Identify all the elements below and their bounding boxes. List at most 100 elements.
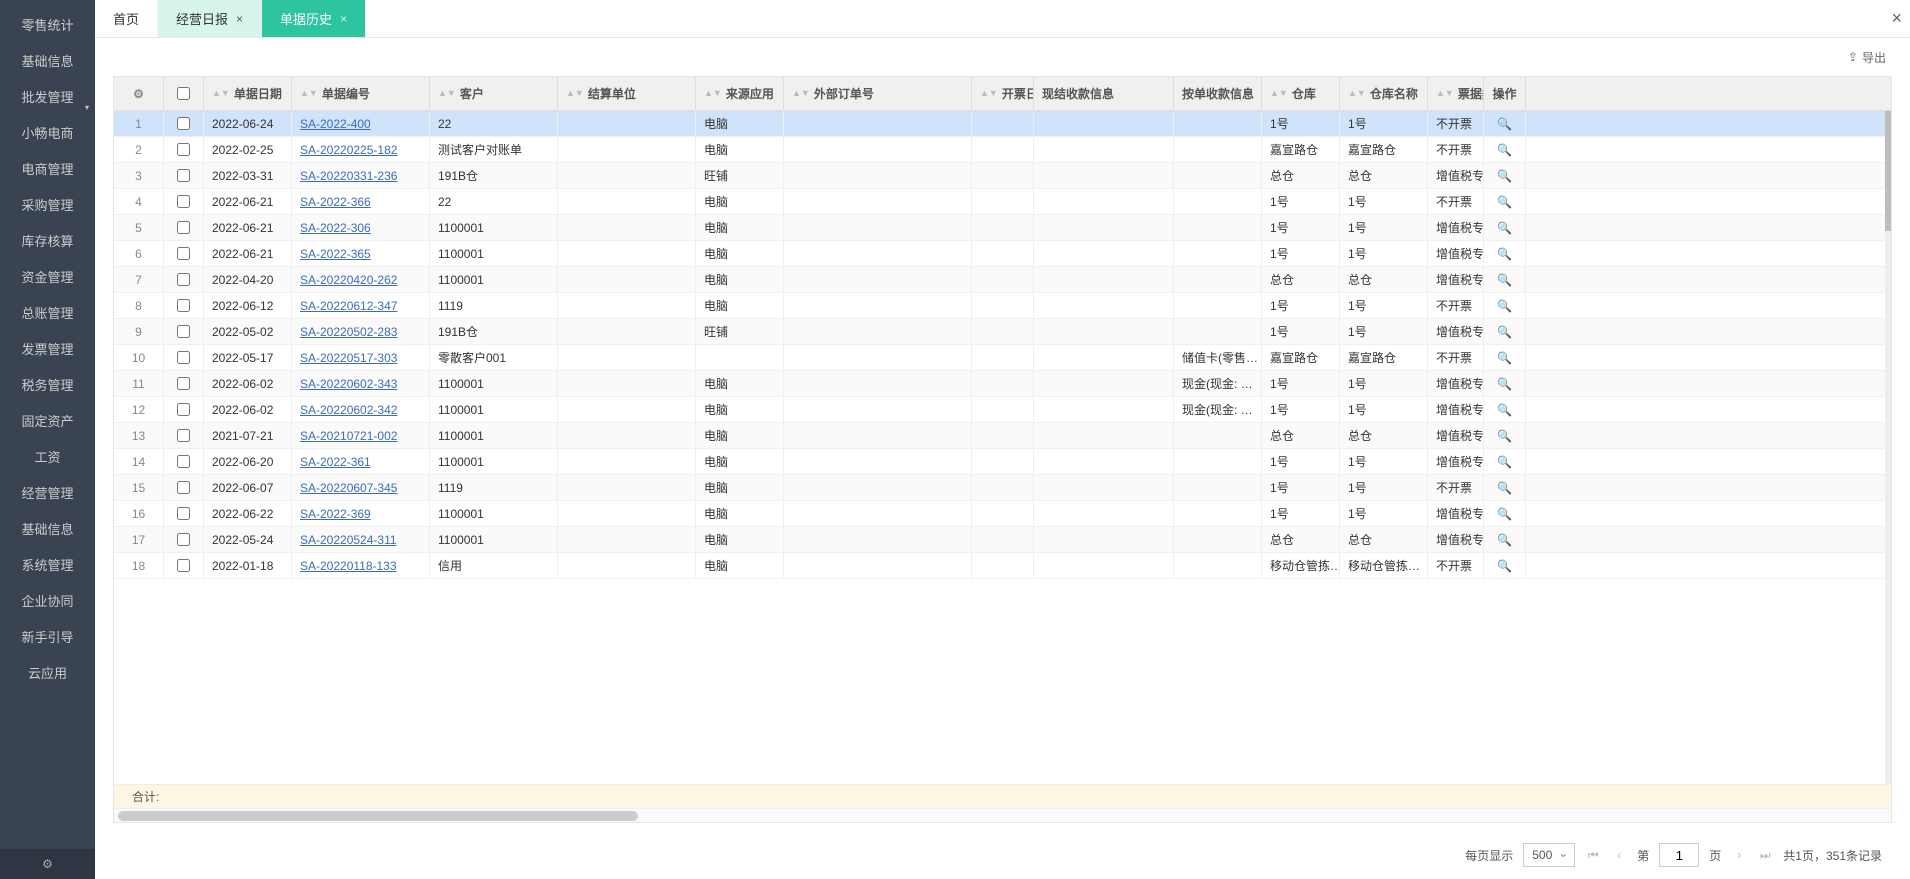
sidebar-item[interactable]: 基础信息 bbox=[0, 44, 95, 80]
search-icon[interactable]: 🔍 bbox=[1497, 221, 1512, 235]
checkbox[interactable] bbox=[177, 377, 190, 390]
sidebar-item[interactable]: 发票管理 bbox=[0, 332, 95, 368]
search-icon[interactable]: 🔍 bbox=[1497, 351, 1512, 365]
table-row[interactable]: 102022-05-17SA-20220517-303零散客户001储值卡(零售… bbox=[114, 345, 1891, 371]
search-icon[interactable]: 🔍 bbox=[1497, 559, 1512, 573]
search-icon[interactable]: 🔍 bbox=[1497, 403, 1512, 417]
sidebar-item[interactable]: 固定资产 bbox=[0, 404, 95, 440]
checkbox[interactable] bbox=[177, 221, 190, 234]
search-icon[interactable]: 🔍 bbox=[1497, 455, 1512, 469]
doc-link[interactable]: SA-2022-369 bbox=[300, 507, 371, 521]
tab-business-daily[interactable]: 经营日报 × bbox=[158, 0, 262, 37]
col-doc-no[interactable]: ▲▼单据编号 bbox=[292, 77, 430, 110]
sidebar-item[interactable]: 资金管理 bbox=[0, 260, 95, 296]
table-row[interactable]: 162022-06-22SA-2022-3691100001电脑1号1号增值税专… bbox=[114, 501, 1891, 527]
table-row[interactable]: 22022-02-25SA-20220225-182测试客户对账单电脑嘉宣路仓嘉… bbox=[114, 137, 1891, 163]
table-row[interactable]: 142022-06-20SA-2022-3611100001电脑1号1号增值税专… bbox=[114, 449, 1891, 475]
col-invoice-type[interactable]: ▲▼票据类 bbox=[1428, 77, 1484, 110]
checkbox[interactable] bbox=[177, 429, 190, 442]
checkbox[interactable] bbox=[177, 273, 190, 286]
col-cash-info[interactable]: 现结收款信息 bbox=[1034, 77, 1174, 110]
checkbox[interactable] bbox=[177, 143, 190, 156]
checkbox[interactable] bbox=[177, 403, 190, 416]
sidebar-item[interactable]: 基础信息 bbox=[0, 512, 95, 548]
table-row[interactable]: 42022-06-21SA-2022-36622电脑1号1号不开票🔍 bbox=[114, 189, 1891, 215]
doc-link[interactable]: SA-20220502-283 bbox=[300, 325, 397, 339]
search-icon[interactable]: 🔍 bbox=[1497, 169, 1512, 183]
doc-link[interactable]: SA-20220225-182 bbox=[300, 143, 397, 157]
sidebar-item[interactable]: 工资 bbox=[0, 440, 95, 476]
doc-link[interactable]: SA-2022-361 bbox=[300, 455, 371, 469]
table-row[interactable]: 172022-05-24SA-20220524-3111100001电脑总仓总仓… bbox=[114, 527, 1891, 553]
table-row[interactable]: 122022-06-02SA-20220602-3421100001电脑现金(现… bbox=[114, 397, 1891, 423]
checkbox[interactable] bbox=[177, 481, 190, 494]
sidebar-item[interactable]: 云应用 bbox=[0, 656, 95, 692]
checkbox[interactable] bbox=[177, 325, 190, 338]
doc-link[interactable]: SA-20220524-311 bbox=[300, 533, 397, 547]
checkbox[interactable] bbox=[177, 247, 190, 260]
col-source-app[interactable]: ▲▼来源应用 bbox=[696, 77, 784, 110]
doc-link[interactable]: SA-20220420-262 bbox=[300, 273, 397, 287]
sidebar-item[interactable]: 批发管理▾ bbox=[0, 80, 95, 116]
col-doc-date[interactable]: ▲▼单据日期 bbox=[204, 77, 292, 110]
first-page-button[interactable]: ⏮ bbox=[1585, 848, 1601, 863]
sidebar-item[interactable]: 税务管理 bbox=[0, 368, 95, 404]
table-row[interactable]: 12022-06-24SA-2022-40022电脑1号1号不开票🔍 bbox=[114, 111, 1891, 137]
col-customer[interactable]: ▲▼客户 bbox=[430, 77, 558, 110]
table-row[interactable]: 152022-06-07SA-20220607-3451119电脑1号1号不开票… bbox=[114, 475, 1891, 501]
checkbox[interactable] bbox=[177, 299, 190, 312]
sidebar-item[interactable]: 采购管理 bbox=[0, 188, 95, 224]
close-icon[interactable]: × bbox=[236, 12, 243, 26]
doc-link[interactable]: SA-20220602-342 bbox=[300, 403, 397, 417]
next-page-button[interactable]: › bbox=[1731, 848, 1747, 862]
sidebar-settings[interactable]: ⚙ bbox=[0, 849, 95, 879]
search-icon[interactable]: 🔍 bbox=[1497, 299, 1512, 313]
h-scroll-thumb[interactable] bbox=[118, 811, 638, 821]
search-icon[interactable]: 🔍 bbox=[1497, 481, 1512, 495]
doc-link[interactable]: SA-2022-306 bbox=[300, 221, 371, 235]
col-warehouse[interactable]: ▲▼仓库 bbox=[1262, 77, 1340, 110]
col-bill-date[interactable]: ▲▼开票日期 bbox=[972, 77, 1034, 110]
checkbox[interactable] bbox=[177, 195, 190, 208]
sidebar-item[interactable]: 总账管理 bbox=[0, 296, 95, 332]
per-page-select[interactable]: 500 bbox=[1523, 843, 1575, 867]
prev-page-button[interactable]: ‹ bbox=[1611, 848, 1627, 862]
sidebar-item[interactable]: 企业协同 bbox=[0, 584, 95, 620]
search-icon[interactable]: 🔍 bbox=[1497, 429, 1512, 443]
search-icon[interactable]: 🔍 bbox=[1497, 247, 1512, 261]
table-row[interactable]: 52022-06-21SA-2022-3061100001电脑1号1号增值税专🔍 bbox=[114, 215, 1891, 241]
checkbox[interactable] bbox=[177, 169, 190, 182]
tab-document-history[interactable]: 单据历史 × bbox=[262, 0, 366, 37]
tab-home[interactable]: 首页 bbox=[95, 0, 158, 37]
checkbox[interactable] bbox=[177, 351, 190, 364]
close-icon[interactable]: × bbox=[340, 12, 347, 26]
page-number-input[interactable] bbox=[1659, 843, 1699, 867]
doc-link[interactable]: SA-20220517-303 bbox=[300, 351, 397, 365]
table-row[interactable]: 82022-06-12SA-20220612-3471119电脑1号1号不开票🔍 bbox=[114, 293, 1891, 319]
doc-link[interactable]: SA-2022-400 bbox=[300, 117, 371, 131]
search-icon[interactable]: 🔍 bbox=[1497, 117, 1512, 131]
sidebar-item[interactable]: 库存核算 bbox=[0, 224, 95, 260]
table-row[interactable]: 72022-04-20SA-20220420-2621100001电脑总仓总仓增… bbox=[114, 267, 1891, 293]
table-row[interactable]: 112022-06-02SA-20220602-3431100001电脑现金(现… bbox=[114, 371, 1891, 397]
checkbox[interactable] bbox=[177, 455, 190, 468]
search-icon[interactable]: 🔍 bbox=[1497, 143, 1512, 157]
col-settle-unit[interactable]: ▲▼结算单位 bbox=[558, 77, 696, 110]
search-icon[interactable]: 🔍 bbox=[1497, 533, 1512, 547]
sidebar-item[interactable]: 小畅电商 bbox=[0, 116, 95, 152]
col-config[interactable]: ⚙ bbox=[114, 77, 164, 110]
sidebar-item[interactable]: 零售统计 bbox=[0, 8, 95, 44]
doc-link[interactable]: SA-20210721-002 bbox=[300, 429, 397, 443]
table-row[interactable]: 92022-05-02SA-20220502-283191B仓旺铺1号1号增值税… bbox=[114, 319, 1891, 345]
doc-link[interactable]: SA-20220607-345 bbox=[300, 481, 397, 495]
table-row[interactable]: 182022-01-18SA-20220118-133信用电脑移动仓管拣…移动仓… bbox=[114, 553, 1891, 579]
sidebar-item[interactable]: 新手引导 bbox=[0, 620, 95, 656]
doc-link[interactable]: SA-20220331-236 bbox=[300, 169, 397, 183]
table-row[interactable]: 62022-06-21SA-2022-3651100001电脑1号1号增值税专🔍 bbox=[114, 241, 1891, 267]
col-warehouse-name[interactable]: ▲▼仓库名称 bbox=[1340, 77, 1428, 110]
search-icon[interactable]: 🔍 bbox=[1497, 377, 1512, 391]
doc-link[interactable]: SA-20220612-347 bbox=[300, 299, 397, 313]
doc-link[interactable]: SA-2022-366 bbox=[300, 195, 371, 209]
checkbox[interactable] bbox=[177, 533, 190, 546]
search-icon[interactable]: 🔍 bbox=[1497, 507, 1512, 521]
